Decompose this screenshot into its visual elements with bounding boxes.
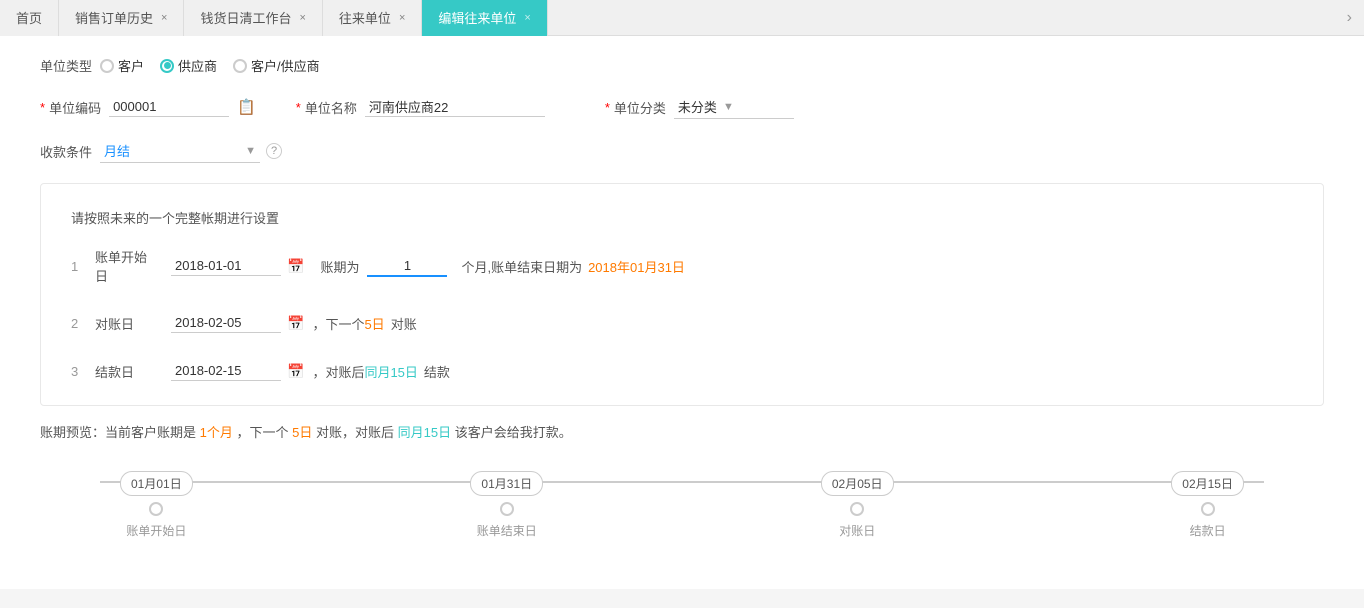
timeline-dot-3: [1201, 502, 1215, 516]
preview-section: 账期预览：当前客户账期是 1个月 ，下一个 5日 对账，对账后 同月15日 该客…: [40, 422, 1324, 441]
timeline-caption-2: 对账日: [839, 522, 875, 539]
reconcile-hint-after: 对账: [391, 314, 417, 333]
radio-supplier[interactable]: 供应商: [160, 56, 217, 75]
row-label-payment: 结款日: [95, 362, 155, 381]
tab-sales-history[interactable]: 销售订单历史 ×: [59, 0, 184, 36]
timeline-dot-1: [500, 502, 514, 516]
unit-info-row: * 单位编码 📋 * 单位名称 * 单位分类 未分类 ▼: [40, 95, 1324, 119]
period-value-input[interactable]: [367, 256, 447, 277]
row-num-3: 3: [71, 364, 95, 379]
tab-edit-partner[interactable]: 编辑往来单位 ×: [422, 0, 547, 36]
unit-type-label: 单位类型: [40, 56, 92, 75]
required-star-classify: *: [605, 100, 610, 115]
row-label-start: 账单开始日: [95, 247, 155, 285]
timeline-pill-2: 02月05日: [821, 471, 894, 496]
copy-icon[interactable]: 📋: [237, 98, 256, 116]
timeline-pill-1: 01月31日: [470, 471, 543, 496]
section-title: 请按照未来的一个完整帐期进行设置: [71, 208, 1293, 227]
start-date-calendar-icon[interactable]: 📅: [287, 258, 304, 275]
timeline-point-2: 02月05日 对账日: [821, 471, 894, 539]
payment-condition-value: 月结: [104, 141, 130, 160]
timeline-dots: 01月01日 账单开始日 01月31日 账单结束日 02月05日 对账日 02月…: [60, 471, 1304, 539]
timeline-pill-3: 02月15日: [1171, 471, 1244, 496]
radio-label-customer: 客户: [118, 56, 144, 75]
period-section: 请按照未来的一个完整帐期进行设置 1 账单开始日 📅 账期为 个月,账单结束日期…: [40, 183, 1324, 406]
required-star-code: *: [40, 100, 45, 115]
preview-prefix: 账期预览：当前客户账期是: [40, 425, 196, 440]
row-label-reconcile: 对账日: [95, 314, 155, 333]
tab-bar: 首页 销售订单历史 × 钱货日清工作台 × 往来单位 × 编辑往来单位 × ›: [0, 0, 1364, 36]
reconcile-date-input[interactable]: [171, 313, 281, 333]
timeline-pill-0: 01月01日: [120, 471, 193, 496]
timeline-point-0: 01月01日 账单开始日: [120, 471, 193, 539]
radio-circle-supplier: [160, 59, 174, 73]
payment-date-calendar-icon[interactable]: 📅: [287, 363, 304, 380]
period-label: 账期为: [320, 257, 359, 276]
radio-customer[interactable]: 客户: [100, 56, 144, 75]
unit-code-label: 单位编码: [49, 98, 101, 117]
preview-part1-after: ，下一个: [237, 425, 289, 440]
payment-day-highlight: 同月15日: [364, 362, 417, 381]
unit-classify-select[interactable]: 未分类 ▼: [674, 95, 794, 119]
timeline-point-3: 02月15日 结款日: [1171, 471, 1244, 539]
unit-name-label: 单位名称: [305, 98, 357, 117]
tab-cash-work[interactable]: 钱货日清工作台 ×: [184, 0, 322, 36]
classify-arrow-icon: ▼: [723, 101, 734, 113]
timeline-caption-3: 结款日: [1190, 522, 1226, 539]
tab-home[interactable]: 首页: [0, 0, 59, 36]
unit-type-row: 单位类型 客户 供应商 客户/供应商: [40, 56, 1324, 75]
timeline-caption-0: 账单开始日: [126, 522, 186, 539]
radio-customer-supplier[interactable]: 客户/供应商: [233, 56, 320, 75]
required-star-name: *: [296, 100, 301, 115]
start-date-input[interactable]: [171, 256, 281, 276]
period-row-3: 3 结款日 📅 ，对账后 同月15日 结款: [71, 361, 1293, 381]
row-num-2: 2: [71, 316, 95, 331]
payment-hint-before: ，对账后: [312, 362, 364, 381]
help-icon[interactable]: ?: [266, 143, 282, 159]
preview-part2: 5日: [292, 425, 312, 440]
timeline-dot-2: [850, 502, 864, 516]
tab-close-sales-history[interactable]: ×: [161, 12, 167, 24]
reconcile-day-highlight: 5日: [364, 314, 384, 333]
reconcile-hint-before: ，下一个: [312, 314, 364, 333]
period-end-date: 2018年01月31日: [588, 257, 685, 276]
unit-code-input[interactable]: [109, 97, 229, 117]
unit-type-radio-group: 客户 供应商 客户/供应商: [100, 56, 320, 75]
tab-expand-icon[interactable]: ›: [1335, 9, 1364, 27]
preview-part3: 同月15日: [398, 425, 451, 440]
payment-condition-arrow: ▼: [245, 145, 256, 157]
radio-label-customer-supplier: 客户/供应商: [251, 56, 320, 75]
unit-classify-value: 未分类: [678, 97, 717, 116]
payment-date-input[interactable]: [171, 361, 281, 381]
tab-close-partner-units[interactable]: ×: [399, 12, 405, 24]
unit-name-input[interactable]: [365, 97, 545, 117]
main-content: 单位类型 客户 供应商 客户/供应商 * 单位编码 📋 * 单位名称 *: [0, 36, 1364, 589]
preview-part3-after: 该客户会给我打款。: [455, 425, 572, 440]
tab-close-cash-work[interactable]: ×: [299, 12, 305, 24]
tab-close-edit-partner[interactable]: ×: [524, 12, 530, 24]
preview-part2-after: 对账，对账后: [316, 425, 394, 440]
preview-part1: 1个月: [200, 425, 233, 440]
timeline-dot-0: [149, 502, 163, 516]
radio-circle-customer: [100, 59, 114, 73]
radio-circle-customer-supplier: [233, 59, 247, 73]
unit-classify-label: 单位分类: [614, 98, 666, 117]
payment-hint-after: 结款: [424, 362, 450, 381]
timeline-point-1: 01月31日 账单结束日: [470, 471, 543, 539]
tab-partner-units[interactable]: 往来单位 ×: [323, 0, 422, 36]
row-num-1: 1: [71, 259, 95, 274]
radio-label-supplier: 供应商: [178, 56, 217, 75]
timeline-caption-1: 账单结束日: [477, 522, 537, 539]
timeline: 01月01日 账单开始日 01月31日 账单结束日 02月05日 对账日 02月…: [40, 461, 1324, 569]
payment-condition-select[interactable]: 月结 ▼: [100, 139, 260, 163]
reconcile-date-calendar-icon[interactable]: 📅: [287, 315, 304, 332]
payment-condition-label: 收款条件: [40, 142, 92, 161]
period-row-2: 2 对账日 📅 ，下一个 5日 对账: [71, 313, 1293, 333]
payment-condition-row: 收款条件 月结 ▼ ?: [40, 139, 1324, 163]
period-row-1: 1 账单开始日 📅 账期为 个月,账单结束日期为 2018年01月31日: [71, 247, 1293, 285]
period-unit-text: 个月,账单结束日期为: [461, 257, 582, 276]
